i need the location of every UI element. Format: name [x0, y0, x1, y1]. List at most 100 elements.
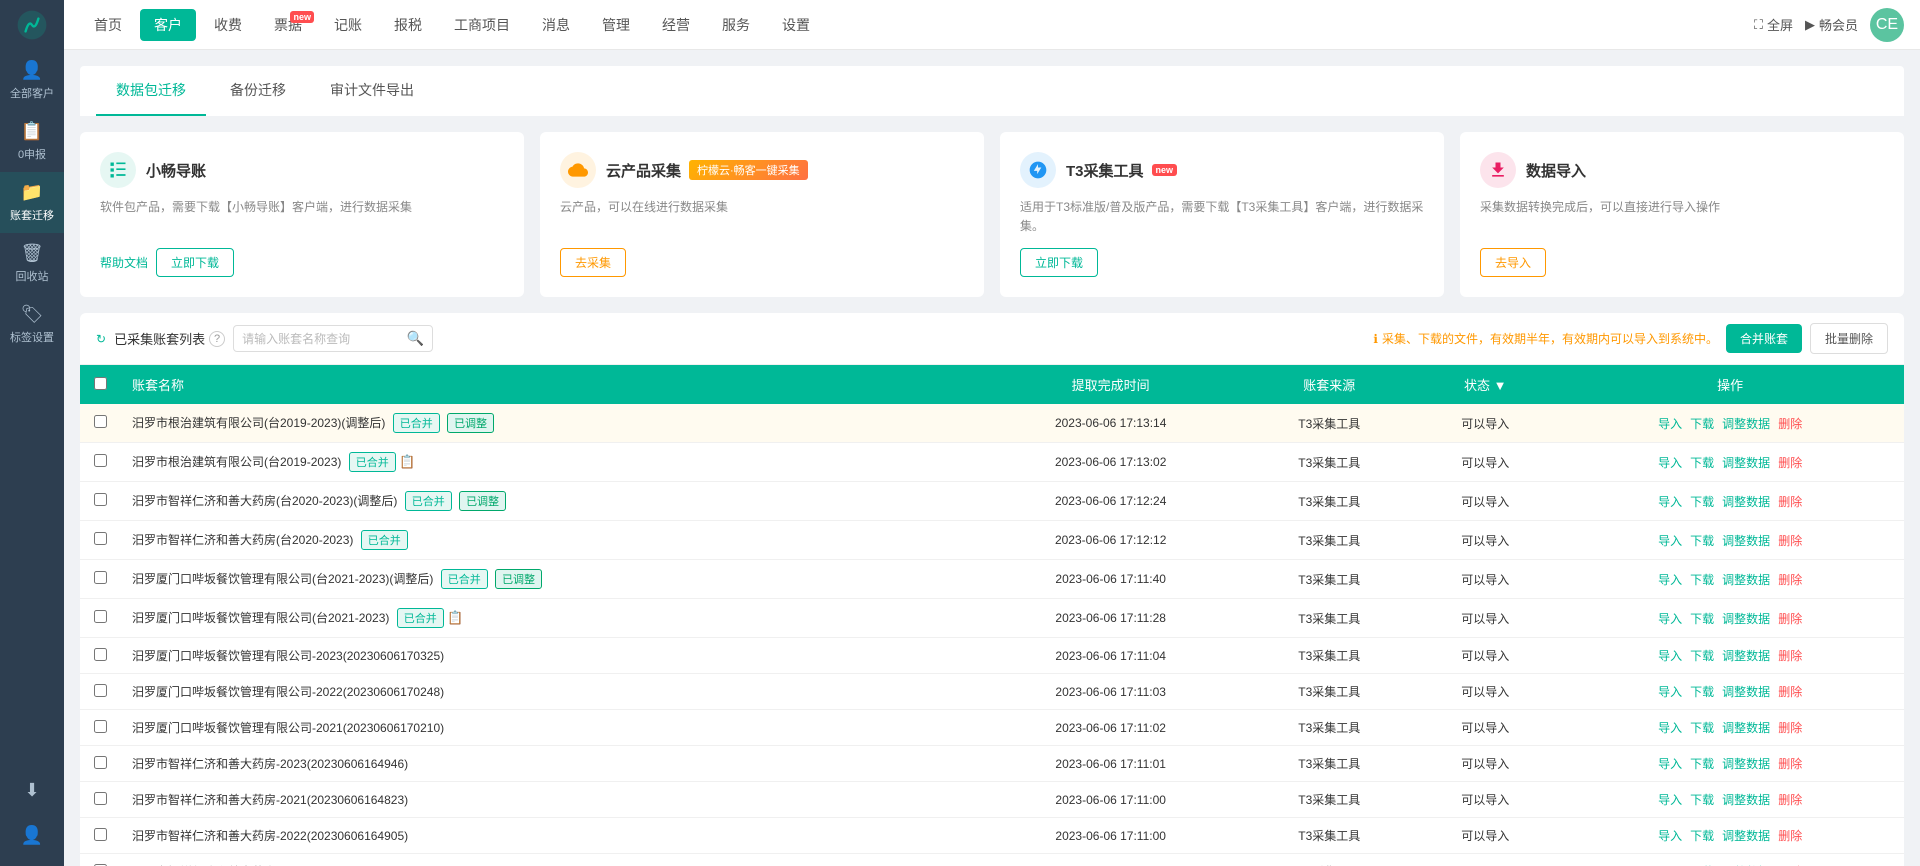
action-下载[interactable]: 下载: [1686, 685, 1718, 699]
card-help-link-1[interactable]: 帮助文档: [100, 254, 148, 271]
action-删除[interactable]: 删除: [1774, 829, 1806, 843]
action-导入[interactable]: 导入: [1654, 829, 1686, 843]
card-download-btn-1[interactable]: 立即下载: [156, 248, 234, 277]
row-checkbox[interactable]: [94, 610, 107, 623]
action-下载[interactable]: 下载: [1686, 721, 1718, 735]
row-checkbox[interactable]: [94, 720, 107, 733]
action-调整数据[interactable]: 调整数据: [1718, 685, 1774, 699]
action-调整数据[interactable]: 调整数据: [1718, 757, 1774, 771]
col-status[interactable]: 状态 ▼: [1414, 365, 1556, 404]
row-checkbox[interactable]: [94, 415, 107, 428]
action-删除[interactable]: 删除: [1774, 721, 1806, 735]
action-调整数据[interactable]: 调整数据: [1718, 649, 1774, 663]
nav-item-settings[interactable]: 设置: [768, 9, 824, 41]
row-checkbox[interactable]: [94, 532, 107, 545]
avatar[interactable]: CE: [1870, 8, 1904, 42]
action-导入[interactable]: 导入: [1654, 612, 1686, 626]
action-删除[interactable]: 删除: [1774, 417, 1806, 431]
action-导入[interactable]: 导入: [1654, 757, 1686, 771]
row-checkbox[interactable]: [94, 571, 107, 584]
action-删除[interactable]: 删除: [1774, 793, 1806, 807]
action-调整数据[interactable]: 调整数据: [1718, 495, 1774, 509]
action-删除[interactable]: 删除: [1774, 757, 1806, 771]
action-调整数据[interactable]: 调整数据: [1718, 573, 1774, 587]
action-删除[interactable]: 删除: [1774, 649, 1806, 663]
nav-item-bills[interactable]: 票据 new: [260, 9, 316, 41]
action-调整数据[interactable]: 调整数据: [1718, 456, 1774, 470]
action-下载[interactable]: 下载: [1686, 649, 1718, 663]
col-checkbox[interactable]: [80, 365, 120, 404]
action-下载[interactable]: 下载: [1686, 495, 1718, 509]
member-button[interactable]: ▶ 畅会员: [1805, 15, 1858, 34]
action-导入[interactable]: 导入: [1654, 573, 1686, 587]
action-导入[interactable]: 导入: [1654, 534, 1686, 548]
action-导入[interactable]: 导入: [1654, 721, 1686, 735]
tab-data-migration[interactable]: 数据包迁移: [96, 66, 206, 116]
card-download-btn-3[interactable]: 立即下载: [1020, 248, 1098, 277]
action-导入[interactable]: 导入: [1654, 649, 1686, 663]
action-删除[interactable]: 删除: [1774, 495, 1806, 509]
row-checkbox[interactable]: [94, 828, 107, 841]
nav-item-client[interactable]: 客户: [140, 9, 196, 41]
search-icon[interactable]: 🔍: [407, 330, 424, 347]
nav-item-home[interactable]: 首页: [80, 9, 136, 41]
sidebar-item-zero-report[interactable]: 📋 0申报: [0, 111, 64, 172]
fullscreen-button[interactable]: ⛶ 全屏: [1754, 15, 1793, 34]
nav-item-accounting[interactable]: 记账: [320, 9, 376, 41]
action-下载[interactable]: 下载: [1686, 417, 1718, 431]
action-调整数据[interactable]: 调整数据: [1718, 721, 1774, 735]
row-checkbox[interactable]: [94, 756, 107, 769]
nav-item-operation[interactable]: 经营: [648, 9, 704, 41]
sidebar-item-download[interactable]: ⬇: [0, 770, 64, 811]
action-调整数据[interactable]: 调整数据: [1718, 417, 1774, 431]
card-import-btn-4[interactable]: 去导入: [1480, 248, 1546, 277]
action-调整数据[interactable]: 调整数据: [1718, 612, 1774, 626]
merge-accounts-button[interactable]: 合并账套: [1726, 324, 1802, 353]
action-调整数据[interactable]: 调整数据: [1718, 793, 1774, 807]
sidebar-item-account-migration[interactable]: 📁 账套迁移: [0, 172, 64, 233]
action-调整数据[interactable]: 调整数据: [1718, 829, 1774, 843]
action-删除[interactable]: 删除: [1774, 456, 1806, 470]
action-导入[interactable]: 导入: [1654, 417, 1686, 431]
nav-item-messages[interactable]: 消息: [528, 9, 584, 41]
tab-backup-migration[interactable]: 备份迁移: [210, 66, 306, 116]
action-调整数据[interactable]: 调整数据: [1718, 534, 1774, 548]
row-checkbox[interactable]: [94, 684, 107, 697]
action-删除[interactable]: 删除: [1774, 685, 1806, 699]
nav-item-service[interactable]: 服务: [708, 9, 764, 41]
card-collect-btn-2[interactable]: 去采集: [560, 248, 626, 277]
row-checkbox[interactable]: [94, 454, 107, 467]
nav-item-fees[interactable]: 收费: [200, 9, 256, 41]
action-下载[interactable]: 下载: [1686, 573, 1718, 587]
tab-audit-export[interactable]: 审计文件导出: [310, 66, 434, 116]
action-下载[interactable]: 下载: [1686, 534, 1718, 548]
search-input[interactable]: [242, 332, 401, 346]
nav-item-manage[interactable]: 管理: [588, 9, 644, 41]
sidebar-item-tags[interactable]: 🏷 标签设置: [0, 294, 64, 355]
action-删除[interactable]: 删除: [1774, 534, 1806, 548]
row-checkbox[interactable]: [94, 493, 107, 506]
nav-item-tax[interactable]: 报税: [380, 9, 436, 41]
sidebar-item-user[interactable]: 👤: [0, 815, 64, 856]
app-logo[interactable]: [0, 0, 64, 50]
help-hint[interactable]: ?: [209, 331, 225, 347]
action-导入[interactable]: 导入: [1654, 685, 1686, 699]
action-下载[interactable]: 下载: [1686, 757, 1718, 771]
action-导入[interactable]: 导入: [1654, 495, 1686, 509]
action-导入[interactable]: 导入: [1654, 793, 1686, 807]
action-删除[interactable]: 删除: [1774, 573, 1806, 587]
sidebar-item-recycle[interactable]: 🗑 回收站: [0, 233, 64, 294]
row-checkbox[interactable]: [94, 792, 107, 805]
action-下载[interactable]: 下载: [1686, 793, 1718, 807]
action-下载[interactable]: 下载: [1686, 456, 1718, 470]
action-导入[interactable]: 导入: [1654, 456, 1686, 470]
action-删除[interactable]: 删除: [1774, 612, 1806, 626]
row-checkbox[interactable]: [94, 648, 107, 661]
sidebar-item-all-clients[interactable]: 👤 全部客户: [0, 50, 64, 111]
nav-item-business[interactable]: 工商项目: [440, 9, 524, 41]
batch-delete-button[interactable]: 批量删除: [1810, 323, 1888, 354]
select-all-checkbox[interactable]: [94, 377, 107, 390]
action-下载[interactable]: 下载: [1686, 829, 1718, 843]
refresh-button[interactable]: ↻: [96, 332, 106, 346]
action-下载[interactable]: 下载: [1686, 612, 1718, 626]
